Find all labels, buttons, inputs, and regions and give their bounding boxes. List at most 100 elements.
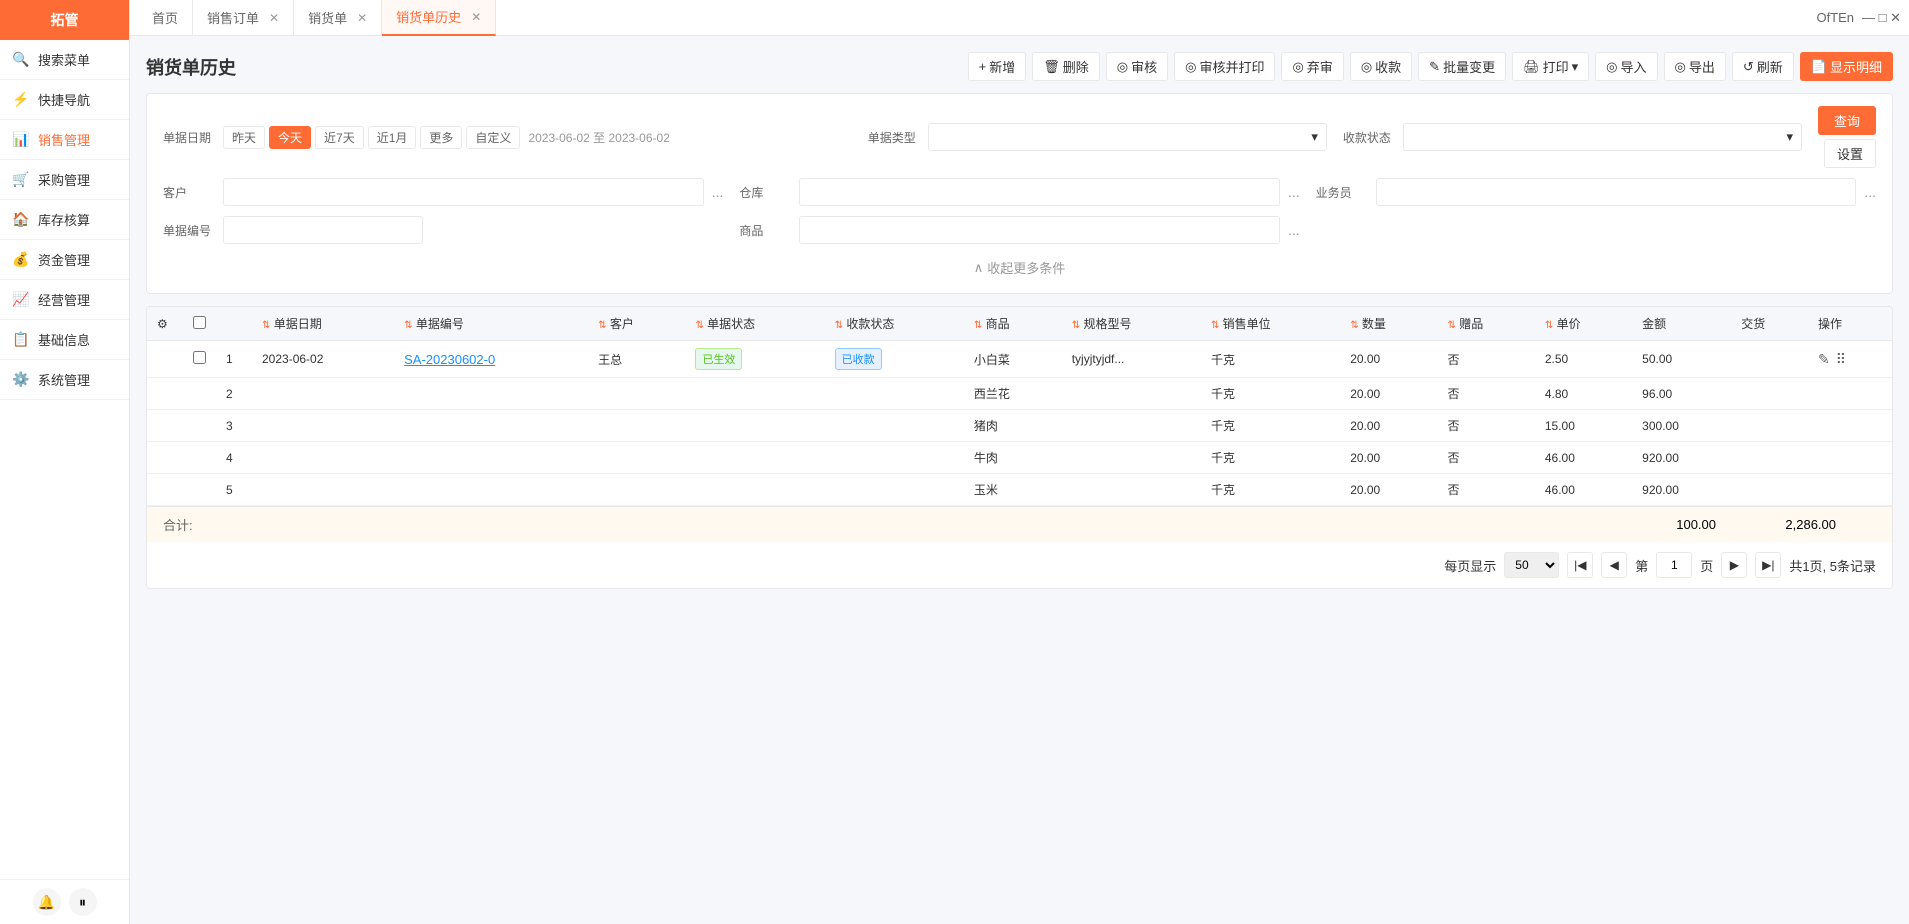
edit-icon[interactable]: ✎ [1818, 351, 1830, 368]
finance-icon: 💰 [12, 251, 30, 269]
abandon-icon: ◎ [1292, 59, 1303, 75]
col-doc-date[interactable]: ⇅ 单据日期 [252, 307, 394, 341]
col-customer[interactable]: ⇅ 客户 [588, 307, 685, 341]
tab-bar: 首页 销售订单 ✕ 销货单 ✕ 销货单历史 ✕ OfTEn — □ ✕ [130, 0, 1909, 36]
col-doc-number[interactable]: ⇅ 单据编号 [394, 307, 588, 341]
product-input[interactable] [799, 216, 1280, 244]
date-tag-yesterday[interactable]: 昨天 [223, 126, 265, 149]
row-check-cell[interactable] [183, 442, 216, 474]
query-button[interactable]: 查询 [1818, 106, 1876, 135]
tab-sales-order[interactable]: 销售订单 ✕ [193, 0, 294, 36]
tab-sales-history-close[interactable]: ✕ [471, 10, 481, 24]
sidebar-item-quick-nav[interactable]: ⚡ 快捷导航 [0, 80, 129, 120]
export-button[interactable]: ◎ 导出 [1664, 52, 1726, 81]
row-customer [588, 442, 685, 474]
print-button[interactable]: 🖨 打印 ▾ [1512, 52, 1589, 81]
abandon-button[interactable]: ◎ 弃审 [1281, 52, 1343, 81]
batch-change-button[interactable]: ✎ 批量变更 [1418, 52, 1506, 81]
row-check-cell[interactable] [183, 341, 216, 378]
last-page-btn[interactable]: ▶| [1755, 552, 1781, 578]
row-gift: 否 [1438, 341, 1535, 378]
more-icon[interactable]: ⠿ [1836, 351, 1846, 368]
collection-status-badge: 已收款 [835, 348, 882, 370]
col-qty[interactable]: ⇅ 数量 [1340, 307, 1437, 341]
tab-sales-delivery[interactable]: 销货单 ✕ [294, 0, 382, 36]
customer-dots[interactable]: ... [712, 184, 724, 200]
col-unit[interactable]: ⇅ 销售单位 [1201, 307, 1340, 341]
col-collection-status[interactable]: ⇅ 收款状态 [825, 307, 964, 341]
row-customer [588, 378, 685, 410]
first-page-btn[interactable]: |◀ [1567, 552, 1593, 578]
audit-button[interactable]: ◎ 审核 [1106, 52, 1168, 81]
date-tag-today[interactable]: 今天 [269, 126, 311, 149]
sidebar-item-operations[interactable]: 📈 经营管理 [0, 280, 129, 320]
audit-print-button[interactable]: ◎ 审核并打印 [1174, 52, 1275, 81]
collection-status-label: 收款状态 [1343, 129, 1395, 146]
row-doc-number [394, 410, 588, 442]
filter-product: 商品 ... [739, 216, 1299, 244]
row-check-cell[interactable] [183, 410, 216, 442]
collapse-button[interactable]: ∧ 收起更多条件 [163, 254, 1876, 281]
date-tag-more[interactable]: 更多 [420, 126, 462, 149]
col-spec[interactable]: ⇅ 规格型号 [1062, 307, 1201, 341]
filter-doc-number: 单据编号 [163, 216, 723, 244]
sidebar-item-purchase-mgmt[interactable]: 🛒 采购管理 [0, 160, 129, 200]
col-doc-status[interactable]: ⇅ 单据状态 [685, 307, 824, 341]
page-label-after: 页 [1700, 556, 1713, 575]
row-check-cell[interactable] [183, 378, 216, 410]
col-product[interactable]: ⇅ 商品 [964, 307, 1062, 341]
warehouse-input[interactable] [799, 178, 1280, 206]
product-dots[interactable]: ... [1288, 222, 1300, 238]
row-checkbox[interactable] [193, 351, 206, 364]
refresh-button[interactable]: ↺ 刷新 [1732, 52, 1794, 81]
sidebar-item-finance[interactable]: 💰 资金管理 [0, 240, 129, 280]
tab-sales-delivery-close[interactable]: ✕ [357, 11, 367, 25]
tab-sales-order-close[interactable]: ✕ [269, 11, 279, 25]
date-tag-1month[interactable]: 近1月 [368, 126, 417, 149]
col-unit-price[interactable]: ⇅ 单价 [1535, 307, 1632, 341]
settings-button[interactable]: 设置 [1824, 139, 1876, 168]
date-tag-7days[interactable]: 近7天 [315, 126, 364, 149]
col-settings[interactable]: ⚙ [147, 307, 183, 341]
row-check-cell[interactable] [183, 474, 216, 506]
page-input[interactable] [1656, 552, 1692, 578]
row-unit-price: 46.00 [1535, 442, 1632, 474]
date-tag-custom[interactable]: 自定义 [466, 126, 520, 149]
staff-input[interactable] [1376, 178, 1857, 206]
quick-nav-icon: ⚡ [12, 91, 30, 109]
sidebar-item-system-mgmt[interactable]: ⚙️ 系统管理 [0, 360, 129, 400]
doc-number-input[interactable] [223, 216, 423, 244]
doc-number-link[interactable]: SA-20230602-0 [404, 352, 495, 367]
sidebar-label-basic-info: 基础信息 [38, 330, 90, 349]
tab-home[interactable]: 首页 [138, 0, 193, 36]
customer-input[interactable] [223, 178, 704, 206]
sidebar-item-basic-info[interactable]: 📋 基础信息 [0, 320, 129, 360]
staff-dots[interactable]: ... [1864, 184, 1876, 200]
row-actions: ✎⠿ [1808, 341, 1892, 378]
sidebar-item-sales-mgmt[interactable]: 📊 销售管理 [0, 120, 129, 160]
select-all-checkbox[interactable] [193, 316, 206, 329]
collect-button[interactable]: ◎ 收款 [1350, 52, 1412, 81]
col-amount[interactable]: 金额 [1632, 307, 1731, 341]
notification-btn[interactable]: 🔔 [33, 888, 61, 916]
collection-status-select[interactable]: ▾ [1403, 123, 1802, 151]
warehouse-dots[interactable]: ... [1288, 184, 1300, 200]
purchase-mgmt-icon: 🛒 [12, 171, 30, 189]
col-check[interactable] [183, 307, 216, 341]
doc-type-arrow: ▾ [1311, 129, 1318, 145]
prev-page-btn[interactable]: ◀ [1601, 552, 1627, 578]
doc-type-select[interactable]: ▾ [928, 123, 1327, 151]
show-detail-button[interactable]: 📄 显示明细 [1800, 52, 1893, 81]
import-button[interactable]: ◎ 导入 [1595, 52, 1657, 81]
per-page-select[interactable]: 50 100 200 [1504, 552, 1559, 578]
next-page-btn[interactable]: ▶ [1721, 552, 1747, 578]
row-transaction [1731, 442, 1808, 474]
add-button[interactable]: + 新增 [968, 52, 1027, 81]
col-gift[interactable]: ⇅ 赠品 [1438, 307, 1535, 341]
sidebar-item-search-menu[interactable]: 🔍 搜索菜单 [0, 40, 129, 80]
delete-button[interactable]: 🗑 删除 [1032, 52, 1100, 81]
pause-btn[interactable]: ⏸ [69, 888, 97, 916]
tab-sales-history[interactable]: 销货单历史 ✕ [382, 0, 496, 36]
sidebar-item-inventory[interactable]: 🏠 库存核算 [0, 200, 129, 240]
window-controls: — □ ✕ [1862, 10, 1901, 26]
